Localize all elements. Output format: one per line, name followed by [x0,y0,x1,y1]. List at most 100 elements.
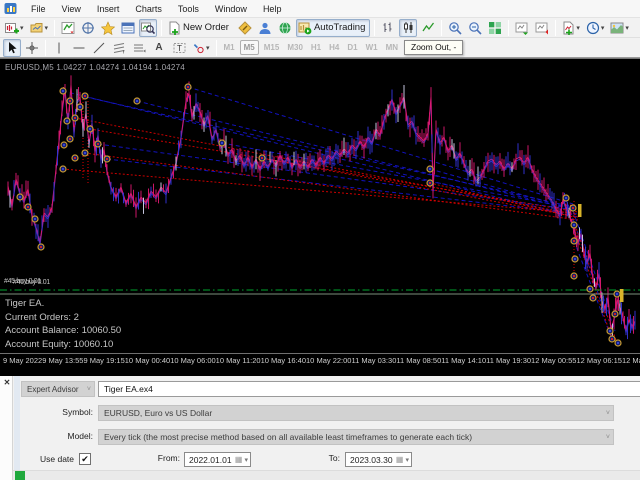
menu-tools[interactable]: Tools [170,2,207,16]
cursor-tool-button[interactable] [3,39,21,57]
line-studies-toolbar: ғ A T ▾ M1 M5 M15 M30 H1 H4 [0,38,640,58]
data-window-icon [81,21,95,35]
tile-windows-button[interactable] [486,19,504,37]
axis-tick-label: 11 May 14:10 [441,356,486,368]
to-label: To: [329,453,340,463]
chart-shift-button[interactable] [533,19,551,37]
crosshair-tool-button[interactable] [23,39,41,57]
axis-tick-label: 12 May 06:15 [576,356,621,368]
menu-window[interactable]: Window [207,2,255,16]
standard-toolbar: ▾ ▾ [0,18,640,38]
symbol-label: Symbol: [62,407,93,417]
strategy-tester-button[interactable] [139,19,157,37]
chevron-down-icon: ▾ [45,24,49,32]
metaeditor-button[interactable] [236,19,254,37]
calendar-icon[interactable]: ▦ [396,455,404,464]
fibonacci-icon: ғ [113,42,126,54]
tester-panel-selector[interactable]: Expert Advisor ˅ [21,381,95,397]
timeframe-d1[interactable]: D1 [344,41,360,54]
text-label-icon: T [173,42,186,54]
close-icon[interactable]: ✕ [2,378,12,388]
trendline-tool-button[interactable] [90,39,108,57]
mt4-window: File View Insert Charts Tools Window Hel… [0,0,640,480]
bar-chart-icon [382,21,395,34]
timeframe-h4[interactable]: H4 [326,41,342,54]
new-order-icon [168,21,181,35]
chevron-down-icon[interactable]: ▾ [405,456,409,464]
profiles-button[interactable]: ▾ [28,19,51,37]
connection-button[interactable] [276,19,294,37]
terminal-button[interactable] [119,19,137,37]
symbol-combo[interactable]: EURUSD, Euro vs US Dollar ˅ [98,405,614,421]
market-watch-icon [61,21,75,35]
text-label-tool-button[interactable]: T [170,39,188,57]
axis-tick-label: 10 May 00:40 [125,356,170,368]
timeframe-m5[interactable]: M5 [240,40,259,55]
tester-splitter[interactable] [14,376,20,480]
ea-account-balance: Account Balance: 10060.50 [5,324,121,338]
menu-insert[interactable]: Insert [89,2,128,16]
auto-scroll-button[interactable] [513,19,531,37]
separator [45,40,46,56]
menu-file[interactable]: File [23,2,54,16]
metaeditor-icon [238,21,252,35]
candlestick-icon [402,21,415,34]
zoom-out-button[interactable] [466,19,484,37]
line-chart-icon [422,21,435,34]
channel-icon [133,42,146,54]
timeframe-h1[interactable]: H1 [308,41,324,54]
ea-comment-overlay: Tiger EA. Current Orders: 2 Account Bala… [5,297,121,351]
from-date-field[interactable]: 2022.01.01 ▦ ▾ [184,452,251,467]
strategy-tester-panel: ✕ Expert Advisor ˅ Tiger EA.ex4 Symbol: … [0,376,640,480]
templates-button[interactable]: ▾ [608,19,631,37]
timeframe-mn[interactable]: MN [383,41,401,54]
axis-tick-label: 9 May 2022 [3,356,42,368]
order-label: #46 buy 0.01 [13,279,50,286]
chevron-down-icon[interactable]: ▾ [244,456,248,464]
time-axis: 9 May 2022 9 May 13:55 9 May 19:15 10 Ma… [0,353,640,368]
timeframe-m1[interactable]: M1 [221,41,238,54]
new-order-button[interactable]: New Order [166,19,234,37]
menu-help[interactable]: Help [255,2,290,16]
vertical-line-tool-button[interactable] [50,39,68,57]
market-watch-button[interactable] [59,19,77,37]
new-chart-button[interactable]: ▾ [3,19,26,37]
horizontal-line-tool-button[interactable] [70,39,88,57]
periods-button[interactable]: ▾ [584,19,607,37]
indicators-button[interactable]: ▾ [560,19,582,37]
navigator-button[interactable] [99,19,117,37]
menu-bar: File View Insert Charts Tools Window Hel… [0,0,640,18]
separator [508,20,509,36]
terminal-icon [121,21,135,35]
bar-chart-mode-button[interactable] [379,19,397,37]
zoom-out-icon [468,21,482,35]
autotrading-button[interactable]: AutoTrading [296,19,370,37]
channel-tool-button[interactable] [130,39,148,57]
ea-name: Tiger EA. [5,297,121,311]
use-date-checkbox[interactable]: ✔ [79,453,91,465]
timeframe-m15[interactable]: M15 [261,41,283,54]
fibonacci-tool-button[interactable]: ғ [110,39,128,57]
model-combo[interactable]: Every tick (the most precise method base… [98,429,614,445]
community-button[interactable] [256,19,274,37]
data-window-button[interactable] [79,19,97,37]
separator [216,40,217,56]
text-tool-button[interactable]: A [150,39,168,57]
to-date-field[interactable]: 2023.03.30 ▦ ▾ [345,452,412,467]
strategy-tester-icon [141,21,155,35]
timeframe-w1[interactable]: W1 [363,41,381,54]
cursor-icon [6,41,18,54]
tester-progress-strip [13,470,640,480]
zoom-in-button[interactable] [446,19,464,37]
expert-file-combo[interactable]: Tiger EA.ex4 [98,381,640,397]
axis-tick-label: 10 May 16:40 [261,356,306,368]
calendar-icon[interactable]: ▦ [235,455,243,464]
candlestick-mode-button[interactable] [399,19,417,37]
chevron-down-icon: ▾ [625,24,629,32]
tile-windows-icon [488,21,502,35]
menu-charts[interactable]: Charts [127,2,170,16]
line-chart-mode-button[interactable] [419,19,437,37]
arrows-tool-button[interactable]: ▾ [190,39,212,57]
menu-view[interactable]: View [54,2,89,16]
timeframe-m30[interactable]: M30 [284,41,306,54]
